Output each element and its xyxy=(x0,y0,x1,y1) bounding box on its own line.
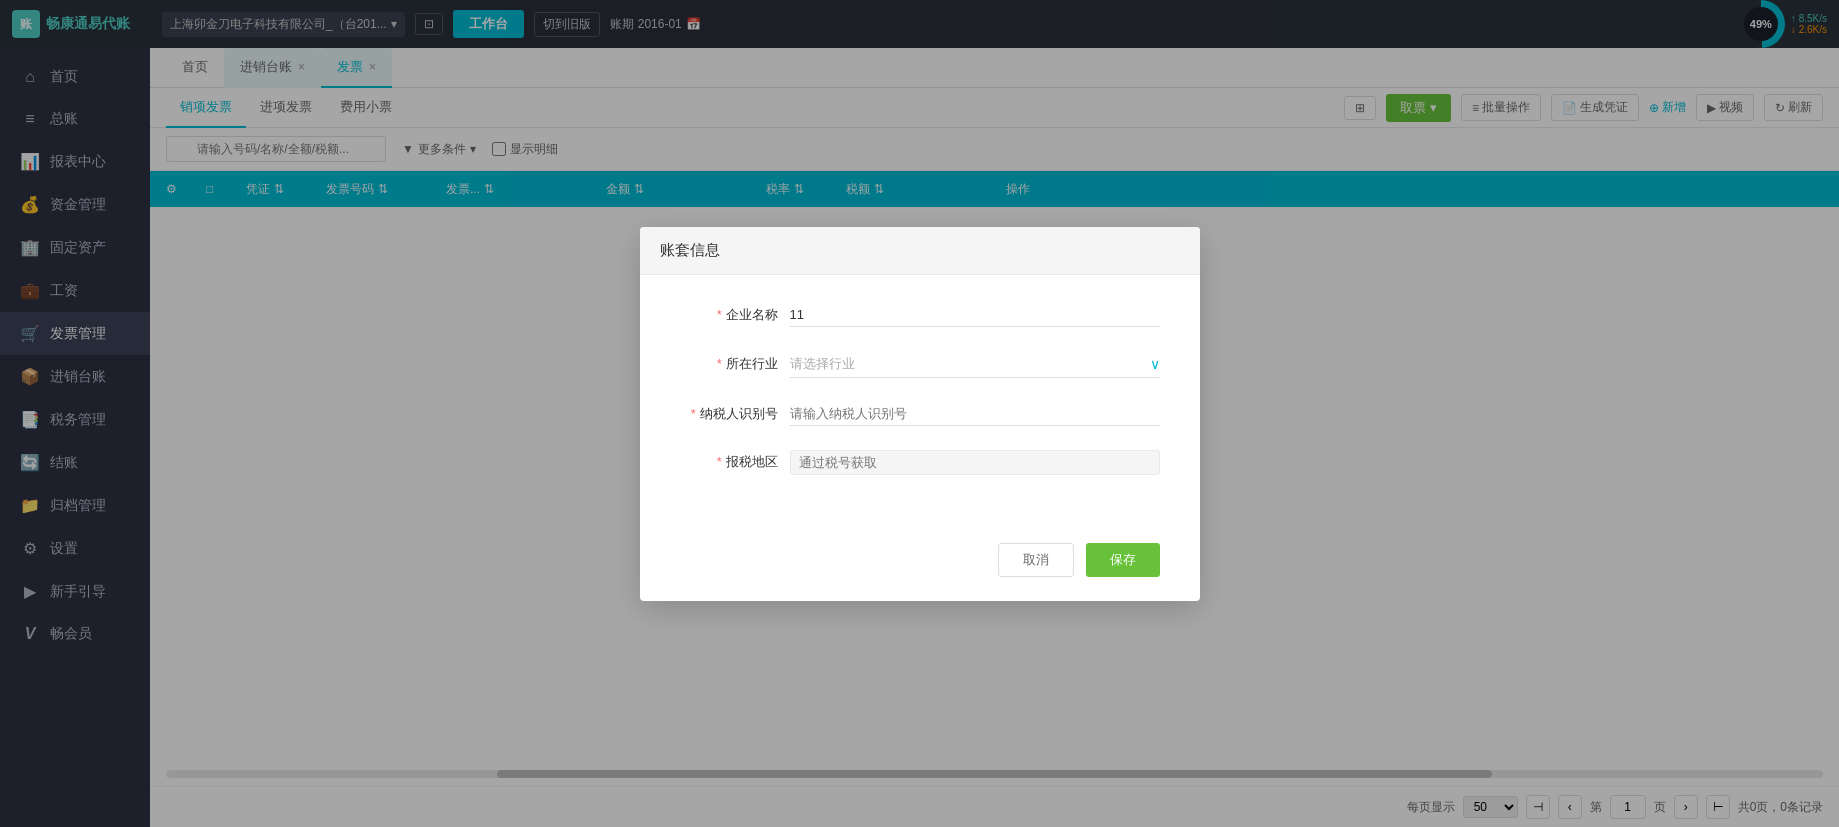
industry-placeholder: 请选择行业 xyxy=(790,355,855,373)
required-mark: * xyxy=(717,307,722,322)
required-mark: * xyxy=(717,356,722,371)
company-name-label: * 企业名称 xyxy=(680,306,790,324)
tax-id-input[interactable] xyxy=(790,402,1160,426)
required-mark: * xyxy=(717,454,722,469)
tax-region-input xyxy=(790,450,1160,475)
modal-title: 账套信息 xyxy=(640,227,1200,275)
form-row-industry: * 所在行业 请选择行业 ∨ xyxy=(680,351,1160,378)
modal-overlay: 账套信息 * 企业名称 * 所在行业 请选择行业 ∨ xyxy=(0,0,1839,827)
tax-region-label: * 报税地区 xyxy=(680,453,790,471)
form-row-tax-region: * 报税地区 xyxy=(680,450,1160,475)
industry-label: * 所在行业 xyxy=(680,355,790,373)
save-button[interactable]: 保存 xyxy=(1086,543,1160,577)
account-info-modal: 账套信息 * 企业名称 * 所在行业 请选择行业 ∨ xyxy=(640,227,1200,601)
chevron-down-icon: ∨ xyxy=(1150,356,1160,372)
form-row-company-name: * 企业名称 xyxy=(680,303,1160,327)
industry-select[interactable]: 请选择行业 ∨ xyxy=(790,351,1160,378)
cancel-button[interactable]: 取消 xyxy=(998,543,1074,577)
modal-footer: 取消 保存 xyxy=(640,527,1200,601)
tax-id-label: * 纳税人识别号 xyxy=(680,405,790,423)
modal-body: * 企业名称 * 所在行业 请选择行业 ∨ * xyxy=(640,275,1200,527)
form-row-tax-id: * 纳税人识别号 xyxy=(680,402,1160,426)
company-name-input[interactable] xyxy=(790,303,1160,327)
required-mark: * xyxy=(691,406,696,421)
